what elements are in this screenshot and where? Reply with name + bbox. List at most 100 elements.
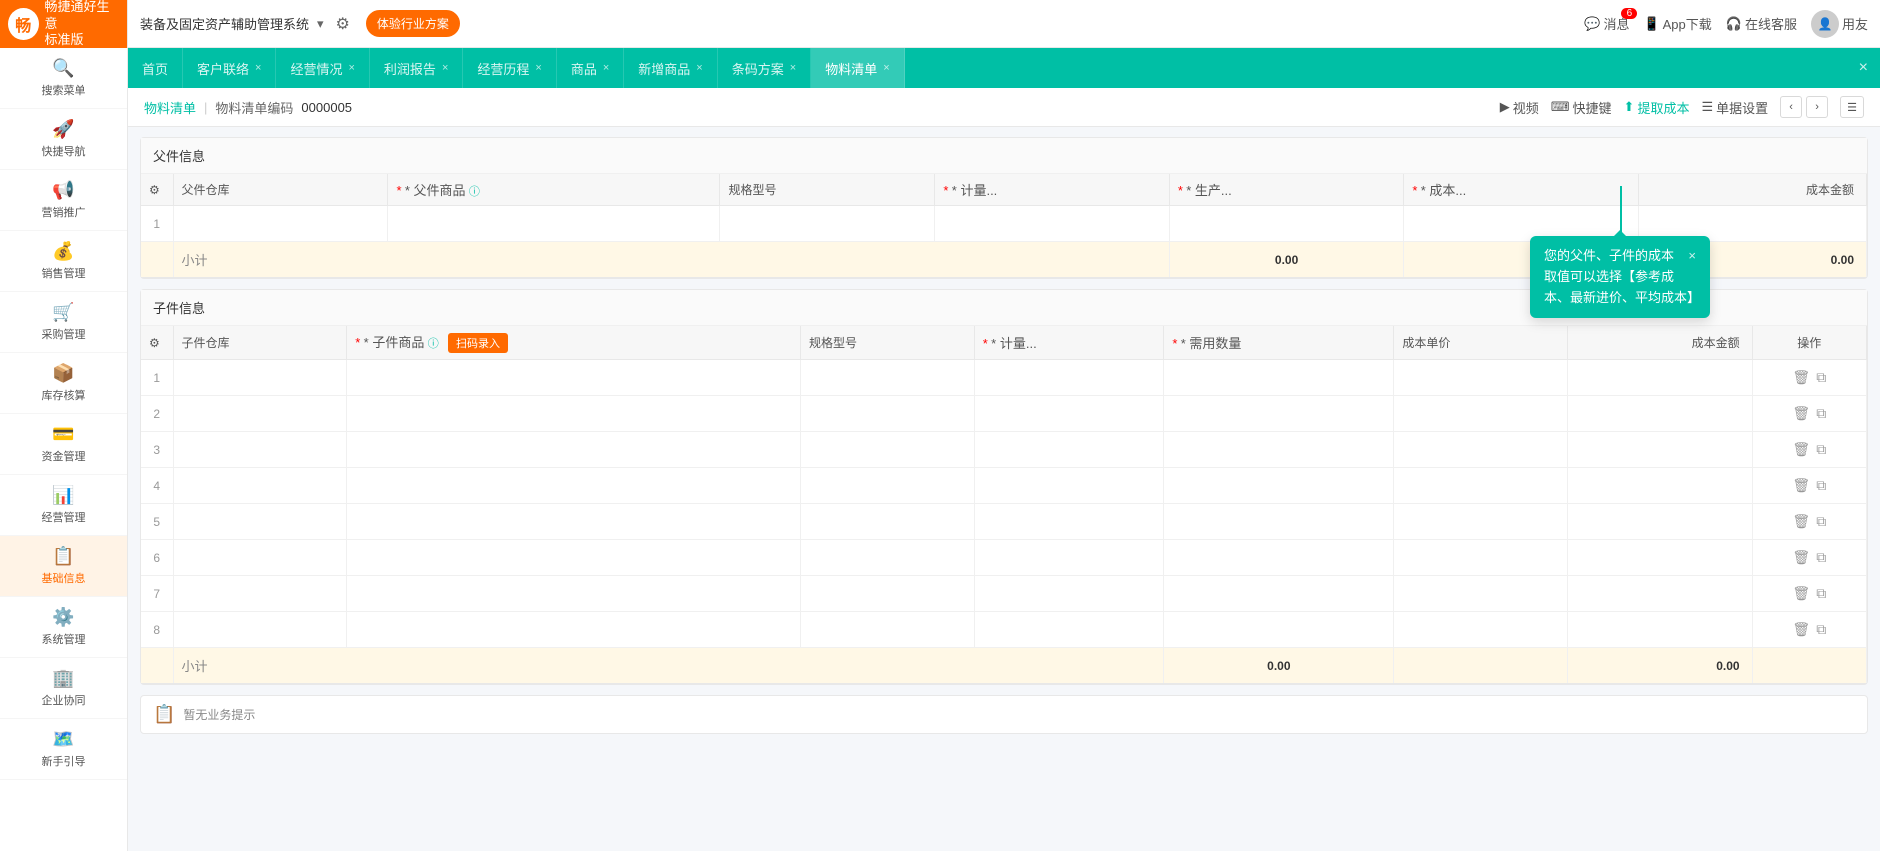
next-page-btn[interactable]: › (1806, 96, 1828, 118)
child-spec-1[interactable] (801, 360, 975, 396)
close-bomlist-tab[interactable]: × (883, 62, 889, 74)
child-unitcost-1[interactable] (1394, 360, 1568, 396)
delete-icon-7[interactable]: 🗑 (1792, 585, 1810, 602)
copy-icon-4[interactable]: ⧉ (1816, 477, 1826, 494)
child-th-unitcost: 成本单价 (1394, 326, 1568, 360)
user-avatar: 👤 (1811, 10, 1839, 38)
parent-th-production: * * 生产... (1169, 174, 1403, 206)
view-action[interactable]: ▶ 视频 (1500, 98, 1539, 117)
child-table-wrapper: ⚙ 子件仓库 * * 子件商品 ⓘ 扫码录入 规格型号 * * 计量... * … (141, 326, 1867, 684)
copy-icon-1[interactable]: ⧉ (1816, 369, 1826, 386)
system-title: 装备及固定资产辅助管理系统 (140, 14, 309, 33)
copy-icon-7[interactable]: ⧉ (1816, 585, 1826, 602)
tab-home[interactable]: 首页 (128, 48, 183, 88)
settings-icon[interactable]: ⚙ (336, 14, 350, 34)
topbar: 装备及固定资产辅助管理系统 ▾ ⚙ 体验行业方案 💬 消息 6 📱 App下载 … (128, 0, 1880, 48)
close-barcode-tab[interactable]: × (790, 62, 796, 74)
tab-goods[interactable]: 商品 × (557, 48, 624, 88)
sidebar-item-enterprise[interactable]: 🏢 企业协同 (0, 658, 127, 719)
delete-icon-2[interactable]: 🗑 (1792, 405, 1810, 422)
scan-input-btn[interactable]: 扫码录入 (448, 333, 508, 353)
close-customer-tab[interactable]: × (255, 62, 261, 74)
sidebar-item-quicknav[interactable]: 🚀 快捷导航 (0, 109, 127, 170)
bottom-document-icon: 📋 (153, 704, 175, 725)
sidebar-item-marketing[interactable]: 📢 营销推广 (0, 170, 127, 231)
parent-row-spec-1[interactable] (720, 206, 935, 242)
app-download-icon: 📱 (1643, 16, 1659, 32)
copy-icon-6[interactable]: ⧉ (1816, 549, 1826, 566)
user-avatar-item[interactable]: 👤 用友 (1811, 10, 1868, 38)
child-qty-1[interactable] (1164, 360, 1394, 396)
breadcrumb-bar: 物料清单 | 物料清单编码 0000005 ▶ 视频 ⌨ 快捷键 ⬆ 提取成本 … (128, 88, 1880, 127)
child-actions-1: 🗑⧉ (1752, 360, 1866, 396)
delete-icon-6[interactable]: 🗑 (1792, 549, 1810, 566)
close-operations-tab[interactable]: × (348, 62, 354, 74)
sidebar-item-system[interactable]: ⚙️ 系统管理 (0, 597, 127, 658)
cost-action[interactable]: ⬆ 提取成本 (1624, 98, 1690, 117)
child-amount-1[interactable] (1568, 360, 1752, 396)
bottom-section: 📋 暂无业务提示 (140, 695, 1868, 734)
copy-icon-2[interactable]: ⧉ (1816, 405, 1826, 422)
message-icon-item[interactable]: 💬 消息 6 (1584, 14, 1629, 33)
tab-operations[interactable]: 经营情况 × (276, 48, 369, 88)
copy-icon-8[interactable]: ⧉ (1816, 621, 1826, 638)
tab-bomlist[interactable]: 物料清单 × (811, 48, 904, 88)
child-row-1: 1 🗑⧉ (141, 360, 1867, 396)
sidebar-logo: 畅 畅捷通好生意 标准版 (0, 0, 127, 48)
parent-row-unit-1[interactable] (935, 206, 1169, 242)
close-all-tabs-btn[interactable]: × (1847, 59, 1880, 77)
sidebar-item-purchase[interactable]: 🛒 采购管理 (0, 292, 127, 353)
delete-icon-3[interactable]: 🗑 (1792, 441, 1810, 458)
list-view-btn[interactable]: ☰ (1840, 96, 1864, 118)
prev-page-btn[interactable]: ‹ (1780, 96, 1802, 118)
system-icon: ⚙️ (52, 607, 74, 628)
parent-row-warehouse-1[interactable] (173, 206, 388, 242)
sidebar-item-guide[interactable]: 🗺️ 新手引导 (0, 719, 127, 780)
delete-icon-8[interactable]: 🗑 (1792, 621, 1810, 638)
close-history-tab[interactable]: × (535, 62, 541, 74)
parent-th-settings[interactable]: ⚙ (141, 174, 173, 206)
sidebar-item-inventory[interactable]: 📦 库存核算 (0, 353, 127, 414)
delete-icon-1[interactable]: 🗑 (1792, 369, 1810, 386)
tab-newgoods[interactable]: 新增商品 × (624, 48, 717, 88)
app-download-item[interactable]: 📱 App下载 (1643, 14, 1711, 33)
parent-row-production-1[interactable] (1169, 206, 1403, 242)
sidebar-item-operations[interactable]: 📊 经营管理 (0, 475, 127, 536)
dropdown-arrow-icon[interactable]: ▾ (317, 16, 324, 32)
child-row-2: 2 🗑⧉ (141, 396, 1867, 432)
copy-icon-5[interactable]: ⧉ (1816, 513, 1826, 530)
copy-icon-3[interactable]: ⧉ (1816, 441, 1826, 458)
tab-profit[interactable]: 利润报告 × (370, 48, 463, 88)
delete-icon-5[interactable]: 🗑 (1792, 513, 1810, 530)
parent-row-goods-1[interactable] (388, 206, 720, 242)
close-newgoods-tab[interactable]: × (696, 62, 702, 74)
child-goods-1[interactable] (347, 360, 801, 396)
tab-barcode[interactable]: 条码方案 × (718, 48, 811, 88)
navtabs: 首页 客户联络 × 经营情况 × 利润报告 × 经营历程 × 商品 × 新增商品… (128, 48, 1880, 88)
child-warehouse-1[interactable] (173, 360, 347, 396)
shortcut-action[interactable]: ⌨ 快捷键 (1551, 98, 1612, 117)
parent-th-unit: * * 计量... (935, 174, 1169, 206)
sidebar-item-label: 搜索菜单 (42, 82, 86, 98)
close-goods-tab[interactable]: × (603, 62, 609, 74)
experience-btn[interactable]: 体验行业方案 (366, 10, 460, 37)
breadcrumb-bomlist[interactable]: 物料清单 (144, 98, 196, 117)
delete-icon-4[interactable]: 🗑 (1792, 477, 1810, 494)
sidebar-item-sales[interactable]: 💰 销售管理 (0, 231, 127, 292)
tooltip-close-btn[interactable]: × (1688, 246, 1696, 267)
child-th-settings[interactable]: ⚙ (141, 326, 173, 360)
child-unit-1[interactable] (974, 360, 1164, 396)
tab-customer[interactable]: 客户联络 × (183, 48, 276, 88)
child-subtotal-amount: 0.00 (1568, 648, 1752, 684)
sidebar-item-label: 资金管理 (42, 448, 86, 464)
close-profit-tab[interactable]: × (442, 62, 448, 74)
child-subtotal-row: 小计 0.00 0.00 (141, 648, 1867, 684)
sidebar-item-search[interactable]: 🔍 搜索菜单 (0, 48, 127, 109)
online-service-item[interactable]: 🎧 在线客服 (1726, 14, 1797, 33)
settings-action[interactable]: ☰ 单据设置 (1701, 98, 1768, 117)
page-content: 物料清单 | 物料清单编码 0000005 ▶ 视频 ⌨ 快捷键 ⬆ 提取成本 … (128, 88, 1880, 851)
sidebar-item-basicinfo[interactable]: 📋 基础信息 (0, 536, 127, 597)
tab-history[interactable]: 经营历程 × (463, 48, 556, 88)
sidebar-item-finance[interactable]: 💳 资金管理 (0, 414, 127, 475)
cost-icon: ⬆ (1624, 99, 1635, 115)
